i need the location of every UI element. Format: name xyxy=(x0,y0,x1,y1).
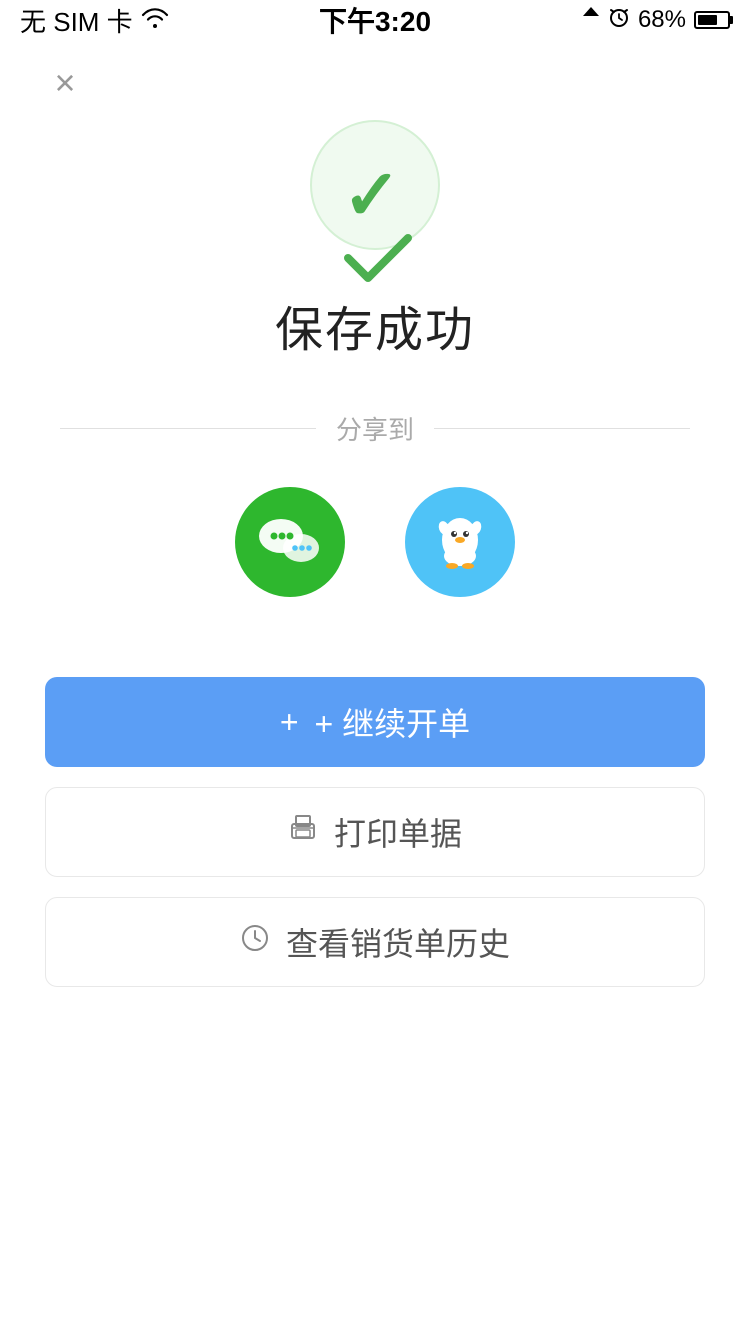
continue-button[interactable]: + + 继续开单 xyxy=(45,677,705,767)
print-label: 打印单据 xyxy=(334,809,462,855)
print-icon xyxy=(288,814,318,850)
status-time: 下午3:20 xyxy=(319,0,431,40)
success-icon-container xyxy=(310,120,440,250)
battery-percent: 68% xyxy=(638,6,686,34)
print-button[interactable]: 打印单据 xyxy=(45,787,705,877)
continue-label: + 继续开单 xyxy=(315,699,471,745)
divider-row: 分享到 xyxy=(0,410,750,447)
close-button[interactable]: × xyxy=(40,58,90,108)
location-icon xyxy=(582,6,600,35)
qq-share-button[interactable] xyxy=(405,487,515,597)
main-content: 保存成功 分享到 xyxy=(0,40,750,987)
action-buttons: + + 继续开单 打印单据 查看销货单历 xyxy=(0,677,750,987)
divider-left xyxy=(60,428,316,429)
share-section: 分享到 xyxy=(0,410,750,597)
share-icons xyxy=(235,487,515,597)
wifi-icon xyxy=(141,6,169,34)
qq-icon xyxy=(430,510,490,575)
status-left: 无 SIM 卡 xyxy=(20,2,169,39)
wechat-icon xyxy=(255,512,325,572)
sim-status: 无 SIM 卡 xyxy=(20,2,133,39)
history-icon xyxy=(240,923,270,961)
status-right: 68% xyxy=(582,6,730,35)
share-label: 分享到 xyxy=(336,410,414,447)
checkmark-icon xyxy=(343,160,408,210)
status-bar: 无 SIM 卡 下午3:20 68% xyxy=(0,0,750,40)
plus-icon: + xyxy=(280,704,299,741)
battery-icon xyxy=(694,11,730,29)
close-icon: × xyxy=(54,65,75,101)
divider-right xyxy=(434,428,690,429)
wechat-share-button[interactable] xyxy=(235,487,345,597)
alarm-icon xyxy=(608,6,630,35)
history-button[interactable]: 查看销货单历史 xyxy=(45,897,705,987)
success-title: 保存成功 xyxy=(275,290,475,360)
history-label: 查看销货单历史 xyxy=(286,919,510,965)
